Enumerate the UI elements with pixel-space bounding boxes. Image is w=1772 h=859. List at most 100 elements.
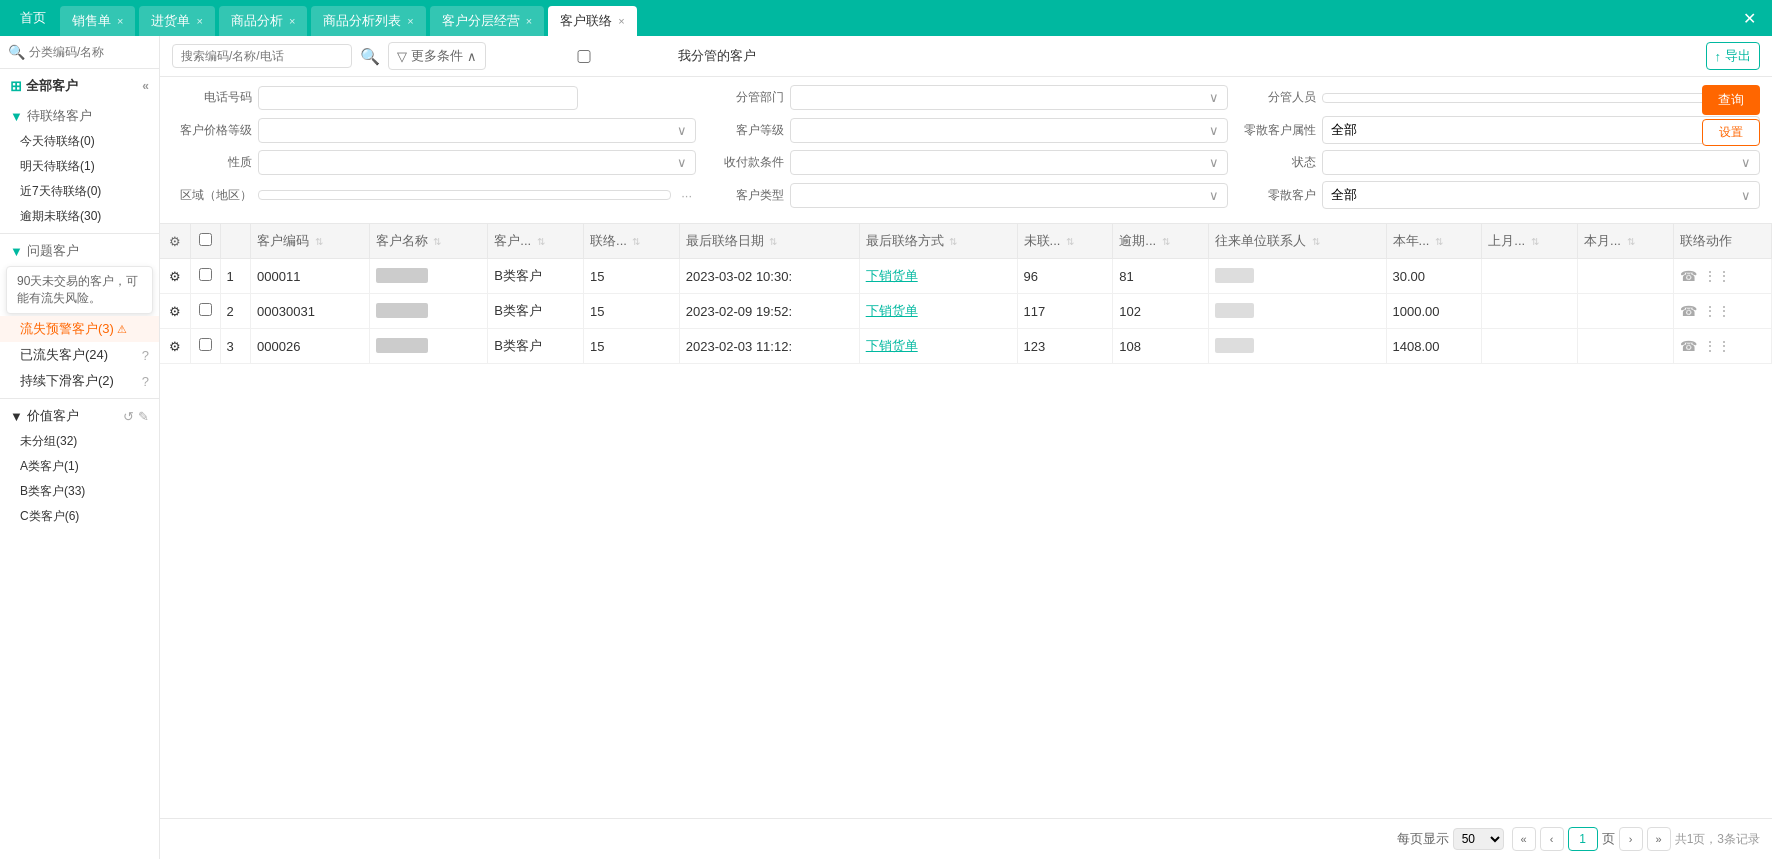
row-checkbox-2[interactable]	[190, 329, 220, 364]
row-last-contact-type-1[interactable]: 下销货单	[859, 294, 1017, 329]
row-chat-icon-1[interactable]: ☎	[1680, 303, 1697, 319]
th-last-month[interactable]: 上月... ⇅	[1482, 224, 1578, 259]
sidebar-item-today[interactable]: 今天待联络(0)	[0, 129, 159, 154]
sidebar-item-declining[interactable]: 持续下滑客户(2) ?	[0, 368, 159, 394]
more-conditions-button[interactable]: ▽ 更多条件 ∧	[388, 42, 486, 70]
gender-select[interactable]: ∨	[258, 150, 696, 175]
close-analysis-list-tab[interactable]: ×	[407, 15, 413, 27]
my-customers-check-input[interactable]	[494, 50, 674, 63]
search-input[interactable]	[172, 44, 352, 68]
row-more-icon-1[interactable]: ⋮⋮	[1703, 303, 1731, 319]
row-last-contact-date-1: 2023-02-09 19:52:	[679, 294, 859, 329]
payment-select[interactable]: ∨	[790, 150, 1228, 175]
sidebar-item-tomorrow[interactable]: 明天待联络(1)	[0, 154, 159, 179]
payment-field: 收付款条件 ∨	[704, 150, 1228, 175]
th-uncontacted[interactable]: 未联... ⇅	[1017, 224, 1113, 259]
region-more-button[interactable]: ···	[677, 188, 696, 203]
sidebar-item-class-c[interactable]: C类客户(6)	[0, 504, 159, 529]
department-label: 分管部门	[704, 89, 784, 106]
th-code[interactable]: 客户编码 ⇅	[251, 224, 370, 259]
close-customer-tier-tab[interactable]: ×	[526, 15, 532, 27]
sidebar-group-pending[interactable]: ▼ 待联络客户	[0, 103, 159, 129]
select-all-checkbox[interactable]	[199, 233, 212, 246]
sidebar-item-ungrouped[interactable]: 未分组(32)	[0, 429, 159, 454]
all-customers-item[interactable]: ⊞ 全部客户 «	[0, 69, 159, 103]
th-unit-contact[interactable]: 往来单位联系人 ⇅	[1209, 224, 1386, 259]
sidebar-item-overdue[interactable]: 逾期未联络(30)	[0, 204, 159, 229]
close-purchase-tab[interactable]: ×	[196, 15, 202, 27]
row-checkbox-1[interactable]	[190, 294, 220, 329]
tab-analysis-list[interactable]: 商品分析列表 ×	[311, 6, 425, 36]
sidebar-item-churned[interactable]: 已流失客户(24) ?	[0, 342, 159, 368]
export-button[interactable]: ↑ 导出	[1706, 42, 1761, 70]
search-button[interactable]: 🔍	[360, 47, 380, 66]
refresh-icon: ↺	[123, 409, 134, 424]
sidebar-item-churn-warning[interactable]: 流失预警客户(3) ⚠	[0, 316, 159, 342]
row-gear-0[interactable]: ⚙	[160, 259, 190, 294]
row-gear-2[interactable]: ⚙	[160, 329, 190, 364]
main-layout: 🔍 ⊞ 全部客户 « ▼ 待联络客户 今天待联络(0) 明天待联络(1) 近7天…	[0, 36, 1772, 859]
th-overdue[interactable]: 逾期... ⇅	[1113, 224, 1209, 259]
manager-select[interactable]	[1322, 93, 1735, 103]
th-name[interactable]: 客户名称 ⇅	[369, 224, 488, 259]
sidebar-collapse-button[interactable]: «	[142, 79, 149, 93]
customer-tier-chevron-icon: ∨	[1209, 123, 1219, 138]
row-gear-1[interactable]: ⚙	[160, 294, 190, 329]
status-chevron-icon: ∨	[1741, 155, 1751, 170]
tab-customer-tier[interactable]: 客户分层经营 ×	[430, 6, 544, 36]
sidebar-search-bar[interactable]: 🔍	[0, 36, 159, 69]
row-this-month-1	[1578, 294, 1674, 329]
customer-tier-select[interactable]: ∨	[790, 118, 1228, 143]
sidebar-group-problem[interactable]: ▼ 问题客户	[0, 238, 159, 264]
filter-panel: 电话号码 分管部门 ∨ 分管人员 ···	[160, 77, 1772, 224]
first-page-button[interactable]: «	[1512, 827, 1536, 851]
row-last-contact-type-0[interactable]: 下销货单	[859, 259, 1017, 294]
prev-page-button[interactable]: ‹	[1540, 827, 1564, 851]
tab-customer-connect[interactable]: 客户联络 ×	[548, 6, 636, 36]
sidebar-item-class-a[interactable]: A类客户(1)	[0, 454, 159, 479]
tab-purchase[interactable]: 进货单 ×	[139, 6, 214, 36]
th-gear[interactable]: ⚙	[160, 224, 190, 259]
sidebar-item-week[interactable]: 近7天待联络(0)	[0, 179, 159, 204]
th-this-month[interactable]: 本月... ⇅	[1578, 224, 1674, 259]
sidebar-group-value[interactable]: ▼ 价值客户 ↺ ✎	[0, 403, 159, 429]
row-last-contact-type-2[interactable]: 下销货单	[859, 329, 1017, 364]
sidebar-item-class-b[interactable]: B类客户(33)	[0, 479, 159, 504]
department-select[interactable]: ∨	[790, 85, 1228, 110]
close-customer-connect-tab[interactable]: ×	[618, 15, 624, 27]
th-last-contact-type[interactable]: 最后联络方式 ⇅	[859, 224, 1017, 259]
query-button[interactable]: 查询	[1702, 85, 1760, 115]
settings-button[interactable]: 设置	[1702, 119, 1760, 146]
phone-input[interactable]	[258, 86, 578, 110]
sidebar-search-input[interactable]	[29, 45, 160, 59]
tab-sales[interactable]: 销售单 ×	[60, 6, 135, 36]
retail-customer-select[interactable]: 全部 ∨	[1322, 181, 1760, 209]
last-page-button[interactable]: »	[1647, 827, 1671, 851]
region-select[interactable]	[258, 190, 671, 200]
row-more-icon-0[interactable]: ⋮⋮	[1703, 268, 1731, 284]
my-customers-checkbox[interactable]: 我分管的客户	[494, 47, 756, 65]
status-select[interactable]: ∨	[1322, 150, 1760, 175]
close-analysis-tab[interactable]: ×	[289, 15, 295, 27]
per-page-select[interactable]: 50 100 200	[1453, 828, 1504, 850]
sort-ovd-icon: ⇅	[1162, 236, 1170, 247]
row-more-icon-2[interactable]: ⋮⋮	[1703, 338, 1731, 354]
phone-label: 电话号码	[172, 89, 252, 106]
row-chat-icon-0[interactable]: ☎	[1680, 268, 1697, 284]
tab-analysis[interactable]: 商品分析 ×	[219, 6, 307, 36]
price-tier-select[interactable]: ∨	[258, 118, 696, 143]
window-close-button[interactable]: ✕	[1735, 9, 1764, 28]
home-button[interactable]: 首页	[8, 0, 58, 36]
customer-type-select[interactable]: ∨	[790, 183, 1228, 208]
next-page-button[interactable]: ›	[1619, 827, 1643, 851]
th-type[interactable]: 客户... ⇅	[488, 224, 584, 259]
retail-attr-select[interactable]: 全部 ∨	[1322, 116, 1760, 144]
close-sales-tab[interactable]: ×	[117, 15, 123, 27]
th-last-contact-date[interactable]: 最后联络日期 ⇅	[679, 224, 859, 259]
th-contact[interactable]: 联络... ⇅	[584, 224, 680, 259]
row-checkbox-0[interactable]	[190, 259, 220, 294]
row-chat-icon-2[interactable]: ☎	[1680, 338, 1697, 354]
sidebar-divider-2	[0, 398, 159, 399]
th-this-year[interactable]: 本年... ⇅	[1386, 224, 1482, 259]
row-code-2: 000026	[251, 329, 370, 364]
